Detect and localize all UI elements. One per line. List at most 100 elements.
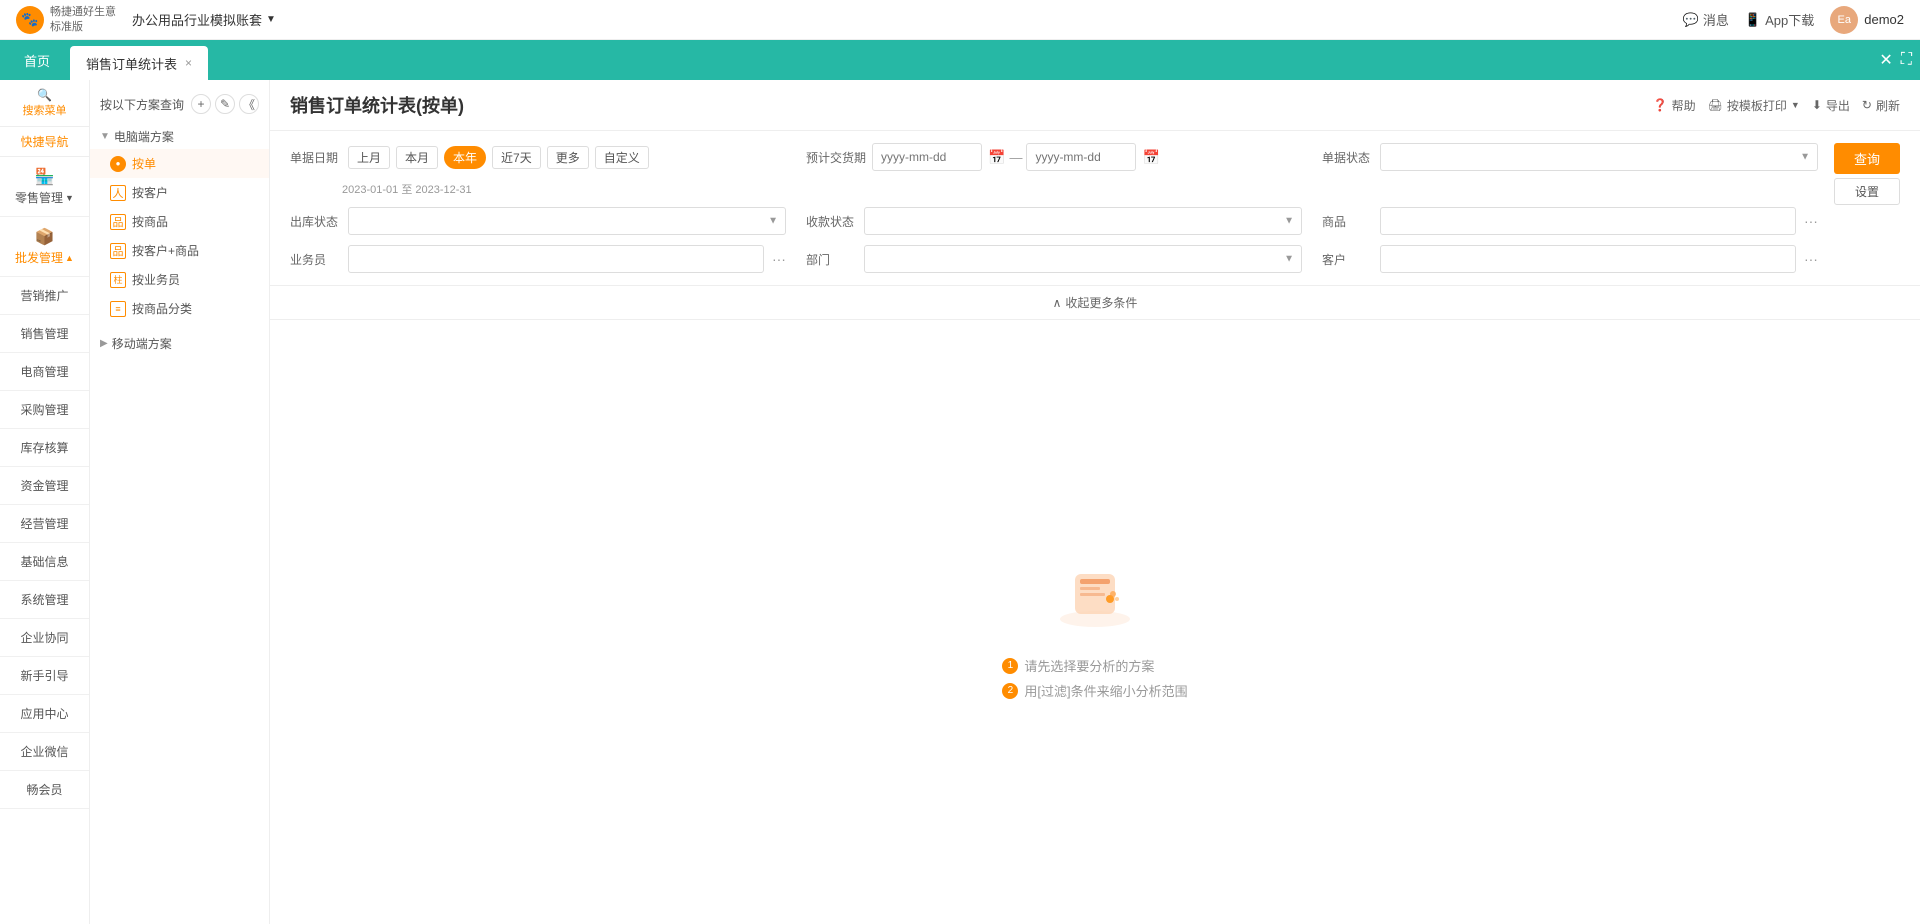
collapse-icon: ∧ — [1053, 296, 1062, 310]
goods-label: 商品 — [1322, 213, 1372, 230]
sidebar-item-ecommerce[interactable]: 电商管理 — [0, 353, 89, 391]
last-month-btn[interactable]: 上月 — [348, 146, 390, 169]
salesperson-label: 业务员 — [290, 251, 340, 268]
calendar-start-icon[interactable]: 📅 — [988, 149, 1005, 166]
sidebar-item-marketing[interactable]: 营销推广 — [0, 277, 89, 315]
plan-item-by-customer[interactable]: 人 按客户 — [90, 178, 269, 207]
left-panel-header: 按以下方案查询 + ✎ 《 — [90, 88, 269, 120]
add-plan-button[interactable]: + — [191, 94, 211, 114]
goods-input[interactable] — [1380, 207, 1796, 235]
print-chevron-icon: ▼ — [1791, 100, 1800, 110]
plan-item-by-order[interactable]: ● 按单 — [90, 149, 269, 178]
salesperson-plan-icon: 柱 — [110, 272, 126, 288]
out-status-input[interactable] — [348, 207, 786, 235]
tab-close-icon[interactable]: × — [185, 56, 192, 70]
sidebar-search[interactable]: 🔍 搜索菜单 — [0, 80, 89, 127]
sidebar-item-system[interactable]: 系统管理 — [0, 581, 89, 619]
sidebar-quick-nav[interactable]: 快捷导航 — [0, 127, 89, 157]
this-year-btn[interactable]: 本年 — [444, 146, 486, 169]
empty-state: 1 请先选择要分析的方案 2 用[过滤]条件来缩小分析范围 — [270, 320, 1920, 924]
salesperson-input[interactable] — [348, 245, 764, 273]
salesperson-more-icon[interactable]: ··· — [772, 251, 786, 267]
sidebar-item-appstore[interactable]: 应用中心 — [0, 695, 89, 733]
custom-date-btn[interactable]: 自定义 — [595, 146, 649, 169]
this-month-btn[interactable]: 本月 — [396, 146, 438, 169]
collapse-conditions-button[interactable]: ∧ 收起更多条件 — [1053, 294, 1138, 311]
empty-tips: 1 请先选择要分析的方案 2 用[过滤]条件来缩小分析范围 — [1002, 656, 1187, 700]
plan-item-by-goods[interactable]: 品 按商品 — [90, 207, 269, 236]
query-button[interactable]: 查询 — [1834, 143, 1900, 174]
expected-date-inputs: 📅 — 📅 — [872, 143, 1160, 171]
department-input[interactable] — [864, 245, 1302, 273]
tip-num-1: 1 — [1002, 658, 1018, 674]
empty-tip-2: 2 用[过滤]条件来缩小分析范围 — [1002, 681, 1187, 700]
print-button[interactable]: 🖨 按模板打印 ▼ — [1708, 97, 1800, 114]
message-button[interactable]: 💬 消息 — [1683, 10, 1729, 29]
sidebar-item-inventory[interactable]: 库存核算 — [0, 429, 89, 467]
collapse-panel-button[interactable]: 《 — [239, 94, 259, 114]
payment-status-dropdown: ▼ — [864, 207, 1302, 235]
sidebar-item-basic[interactable]: 基础信息 — [0, 543, 89, 581]
sidebar: 🔍 搜索菜单 快捷导航 🏪 零售管理 ▼ 📦 批发管理 ▲ 营销推广 销售管理 — [0, 80, 90, 924]
plan-item-by-goods-category[interactable]: ≡ 按商品分类 — [90, 294, 269, 323]
goods-plan-icon: 品 — [110, 214, 126, 230]
order-status-input[interactable] — [1380, 143, 1818, 171]
sidebar-item-wholesale[interactable]: 📦 批发管理 ▲ — [0, 217, 89, 277]
expected-date-start[interactable] — [872, 143, 982, 171]
settings-button[interactable]: 设置 — [1834, 178, 1900, 205]
filter-expected-date-item: 预计交货期 📅 — 📅 — [806, 143, 1302, 171]
more-date-btn[interactable]: 更多 — [547, 146, 589, 169]
customer-goods-plan-icon: 品 — [110, 243, 126, 259]
main-layout: 🔍 搜索菜单 快捷导航 🏪 零售管理 ▼ 📦 批发管理 ▲ 营销推广 销售管理 — [0, 80, 1920, 924]
sidebar-item-retail[interactable]: 🏪 零售管理 ▼ — [0, 157, 89, 217]
refresh-button[interactable]: ↻ 刷新 — [1862, 97, 1900, 114]
help-icon: ❓ — [1653, 98, 1668, 112]
avatar: Ea — [1830, 6, 1858, 34]
app-download-button[interactable]: 📱 App下载 — [1745, 10, 1814, 29]
customer-more-icon[interactable]: ··· — [1804, 251, 1818, 267]
left-panel: 按以下方案查询 + ✎ 《 ▼ 电脑端方案 ● 按单 — [90, 80, 270, 924]
page-actions: ❓ 帮助 🖨 按模板打印 ▼ ⬇ 导出 ↻ — [1653, 97, 1900, 114]
sidebar-item-member[interactable]: 畅会员 — [0, 771, 89, 809]
sidebar-item-business[interactable]: 经营管理 — [0, 505, 89, 543]
tab-sales-report[interactable]: 销售订单统计表 × — [70, 46, 208, 80]
fullscreen-icon[interactable]: ⛶ — [1901, 51, 1912, 69]
date-range-text: 2023-01-01 至 2023-12-31 — [342, 181, 472, 197]
filter-order-status-item: 单据状态 ▼ — [1322, 143, 1818, 171]
department-dropdown: ▼ — [864, 245, 1302, 273]
refresh-icon: ↻ — [1862, 98, 1872, 112]
workspace-selector[interactable]: 办公用品行业模拟账套 ▼ — [124, 6, 284, 33]
export-button[interactable]: ⬇ 导出 — [1812, 97, 1850, 114]
out-status-dropdown: ▼ — [348, 207, 786, 235]
sidebar-item-newbie[interactable]: 新手引导 — [0, 657, 89, 695]
calendar-end-icon[interactable]: 📅 — [1142, 149, 1159, 166]
department-label: 部门 — [806, 251, 856, 268]
sidebar-item-enterprise[interactable]: 企业协同 — [0, 619, 89, 657]
user-profile[interactable]: Ea demo2 — [1830, 6, 1904, 34]
sidebar-item-purchase[interactable]: 采购管理 — [0, 391, 89, 429]
plan-item-by-customer-goods[interactable]: 品 按客户+商品 — [90, 236, 269, 265]
window-close-icon[interactable]: ✕ — [1879, 50, 1892, 70]
edit-plan-button[interactable]: ✎ — [215, 94, 235, 114]
customer-input[interactable] — [1380, 245, 1796, 273]
sidebar-item-wechat[interactable]: 企业微信 — [0, 733, 89, 771]
goods-more-icon[interactable]: ··· — [1804, 213, 1818, 229]
mobile-plan-section-header[interactable]: ▶ 移动端方案 — [90, 331, 269, 356]
phone-icon: 📱 — [1745, 12, 1761, 28]
pc-plan-section: ▼ 电脑端方案 ● 按单 人 按客户 品 按商品 — [90, 120, 269, 327]
sidebar-item-finance[interactable]: 资金管理 — [0, 467, 89, 505]
payment-status-input[interactable] — [864, 207, 1302, 235]
wholesale-icon: 📦 — [35, 227, 55, 247]
expected-date-end[interactable] — [1026, 143, 1136, 171]
plan-item-by-salesperson[interactable]: 柱 按业务员 — [90, 265, 269, 294]
7days-btn[interactable]: 近7天 — [492, 146, 541, 169]
pc-plan-section-header[interactable]: ▼ 电脑端方案 — [90, 124, 269, 149]
filter-customer-item: 客户 ··· — [1322, 245, 1818, 273]
empty-illustration — [1045, 544, 1145, 644]
tab-home[interactable]: 首页 — [8, 45, 66, 76]
out-status-label: 出库状态 — [290, 213, 340, 230]
sidebar-item-sales[interactable]: 销售管理 — [0, 315, 89, 353]
tab-bar-right: ✕ ⛶ — [1879, 50, 1912, 70]
help-button[interactable]: ❓ 帮助 — [1653, 97, 1696, 114]
left-panel-tools: + ✎ 《 — [191, 94, 259, 114]
